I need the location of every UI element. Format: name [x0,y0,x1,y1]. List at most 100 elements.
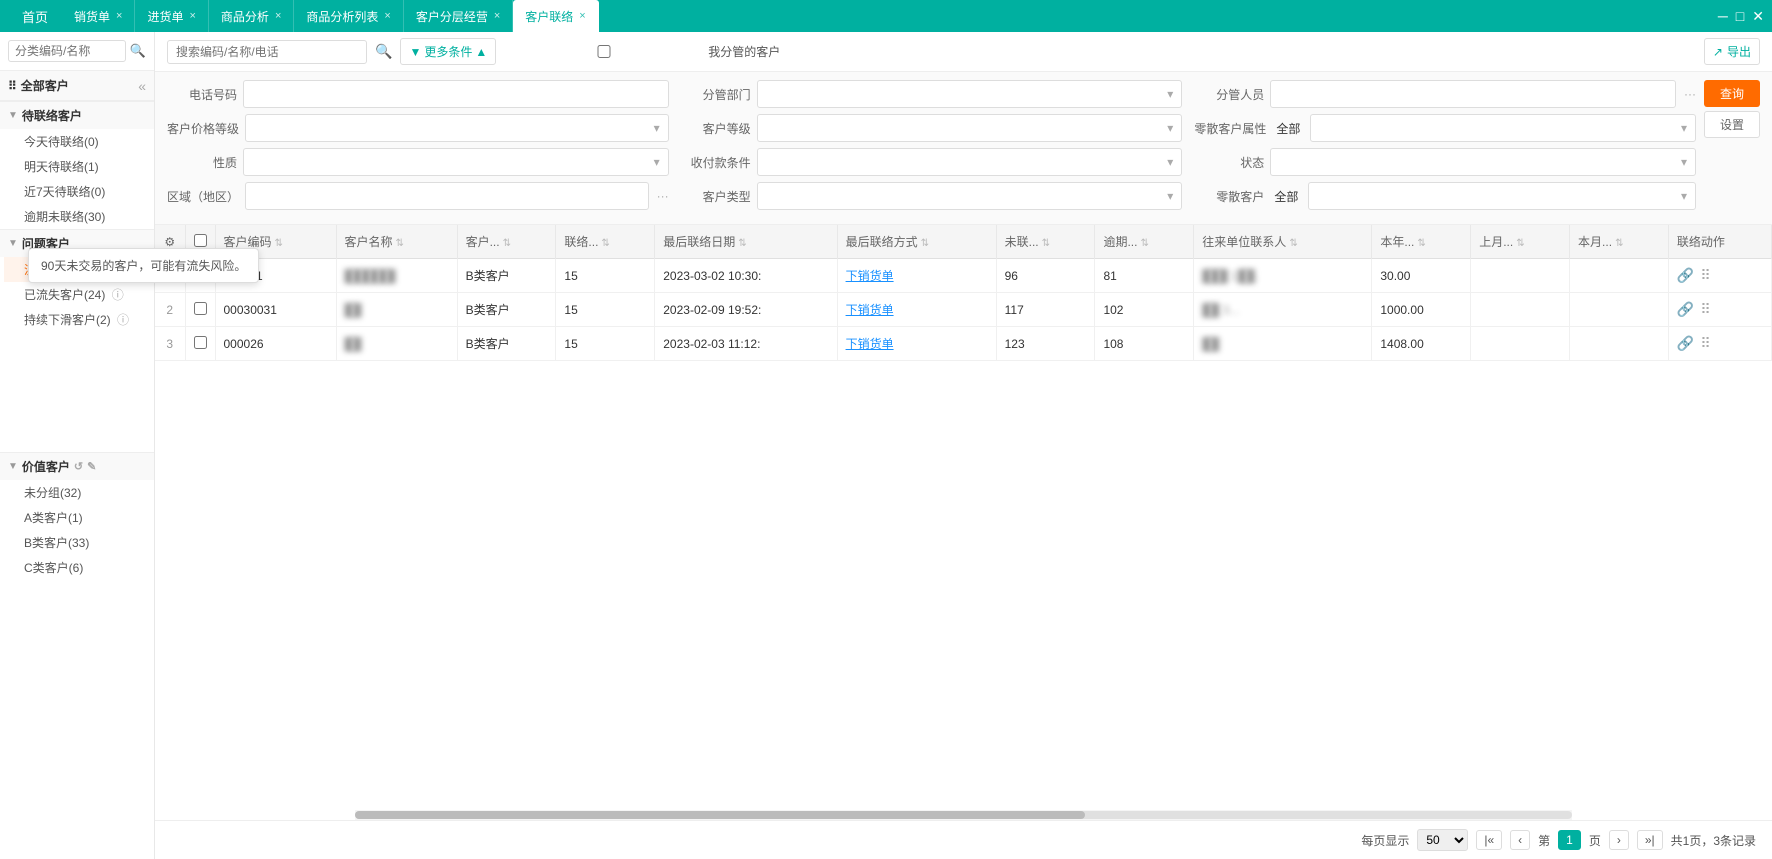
col-last-method[interactable]: 最后联络方式⇅ [837,225,996,259]
row-action-2[interactable]: 🔗 ⠿ [1668,327,1771,361]
settings-button[interactable]: 设置 [1704,111,1760,138]
sidebar-collapse-btn[interactable]: « [138,78,146,94]
close-analysis-tab[interactable]: × [275,10,281,22]
search-submit-icon[interactable]: 🔍 [375,43,392,60]
link-icon-2[interactable]: 🔗 [1677,335,1694,352]
col-last-date[interactable]: 最后联络日期⇅ [655,225,837,259]
more-conditions-btn[interactable]: ▼ 更多条件 ▲ [400,38,496,65]
price-level-select[interactable]: ▾ [245,114,669,142]
status-select[interactable]: ▾ [1270,148,1696,176]
next-page-btn[interactable]: › [1609,830,1629,850]
chevron-down-icon-4: ▾ [1681,121,1687,135]
sidebar-section-value[interactable]: ▼ 价值客户 ↺ ✎ [0,452,154,480]
col-contact[interactable]: 联络...⇅ [556,225,655,259]
row-unlisted-2: 123 [996,327,1095,361]
tab-home[interactable]: 首页 [8,0,62,32]
search-input[interactable] [167,40,367,64]
close-sales-tab[interactable]: × [116,10,122,22]
maximize-btn[interactable]: □ [1736,8,1744,24]
tab-analysis-list[interactable]: 商品分析列表 × [294,0,403,32]
close-customer-contact-tab[interactable]: × [579,10,585,22]
per-page-select[interactable]: 50 100 200 [1417,829,1468,851]
sidebar-item-declining[interactable]: 持续下滑客户(2) ⓘ [4,307,154,332]
edit-icon[interactable]: ✎ [87,460,96,473]
row-last-method-1[interactable]: 下销货单 [837,293,996,327]
phone-input[interactable] [243,80,669,108]
close-purchase-tab[interactable]: × [189,10,195,22]
advanced-filter-panel: 电话号码 分管部门 ▾ 分管人员 [155,72,1772,225]
sidebar-item-class-b[interactable]: B类客户(33) [4,530,154,555]
sidebar-search-input[interactable] [8,40,126,62]
sidebar-item-overdue[interactable]: 逾期未联络(30) [4,204,154,229]
col-overdue[interactable]: 逾期...⇅ [1095,225,1194,259]
gender-select[interactable]: ▾ [243,148,669,176]
row-action-1[interactable]: 🔗 ⠿ [1668,293,1771,327]
col-name[interactable]: 客户名称⇅ [336,225,457,259]
filter-row-4: 区域（地区） ··· 客户类型 ▾ 零散客户 [167,182,1696,210]
link-icon-0[interactable]: 🔗 [1677,267,1694,284]
row-last-method-2[interactable]: 下销货单 [837,327,996,361]
filter-phone: 电话号码 [167,80,669,108]
col-this-month[interactable]: 本月...⇅ [1570,225,1669,259]
payment-select[interactable]: ▾ [757,148,1183,176]
row-checkbox-2[interactable] [185,327,215,361]
scrollbar-track [355,811,1572,819]
row-last-method-0[interactable]: 下销货单 [837,259,996,293]
col-type[interactable]: 客户...⇅ [457,225,556,259]
sidebar-item-ungroup[interactable]: 未分组(32) [4,480,154,505]
col-this-year[interactable]: 本年...⇅ [1372,225,1471,259]
close-analysis-list-tab[interactable]: × [384,10,390,22]
my-customers-checkbox[interactable]: 我分管的客户 [504,43,780,60]
row-checkbox-1[interactable] [185,293,215,327]
scrollbar-thumb[interactable] [355,811,1085,819]
more-action-icon-0[interactable]: ⠿ [1700,267,1710,284]
sidebar-item-7days[interactable]: 近7天待联络(0) [4,179,154,204]
zero-attr-select[interactable]: ▾ [1310,114,1696,142]
my-customers-check[interactable] [504,45,704,58]
sidebar-item-tomorrow[interactable]: 明天待联络(1) [4,154,154,179]
arrow-down-icon: ▼ [8,110,18,121]
col-last-month[interactable]: 上月...⇅ [1471,225,1570,259]
sidebar-item-class-c[interactable]: C类客户(6) [4,555,154,580]
zero-customer-select[interactable]: ▾ [1308,182,1696,210]
prev-page-btn[interactable]: ‹ [1510,830,1530,850]
table-header-row: ⚙ 客户编码⇅ 客户名称⇅ 客户...⇅ 联络...⇅ 最后联络日期⇅ 最后联络… [155,225,1772,259]
customer-level-select[interactable]: ▾ [757,114,1183,142]
region-more-icon[interactable]: ··· [657,189,669,203]
current-page-btn[interactable]: 1 [1558,830,1581,850]
tab-purchase[interactable]: 进货单 × [135,0,208,32]
more-action-icon-2[interactable]: ⠿ [1700,335,1710,352]
total-records-info: 共1页，3条记录 [1671,832,1756,849]
tab-analysis[interactable]: 商品分析 × [209,0,294,32]
sidebar-item-class-a[interactable]: A类客户(1) [4,505,154,530]
table-row: 2 00030031 ██ B类客户 15 2023-02-09 19:52: … [155,293,1772,327]
minimize-btn[interactable]: ─ [1718,8,1728,24]
sidebar-section-pending[interactable]: ▼ 待联络客户 [0,101,154,129]
link-icon-1[interactable]: 🔗 [1677,301,1694,318]
sidebar-item-today[interactable]: 今天待联络(0) [4,129,154,154]
close-btn[interactable]: ✕ [1752,8,1764,25]
horizontal-scrollbar[interactable] [355,810,1572,820]
first-page-btn[interactable]: |« [1476,830,1502,850]
tab-sales[interactable]: 销货单 × [62,0,135,32]
export-btn[interactable]: ↗ 导出 [1704,38,1760,65]
last-page-btn[interactable]: »| [1637,830,1663,850]
refresh-icon[interactable]: ↺ [74,460,83,473]
chevron-up-icon: ▲ [475,45,487,59]
tab-customer-tier[interactable]: 客户分层经营 × [404,0,513,32]
dept-select[interactable]: ▾ [757,80,1183,108]
tab-customer-contact[interactable]: 客户联络 × [513,0,598,32]
customer-type-select[interactable]: ▾ [757,182,1183,210]
more-action-icon-1[interactable]: ⠿ [1700,301,1710,318]
more-icon[interactable]: ··· [1684,87,1696,101]
select-all-checkbox[interactable] [194,234,207,247]
sidebar-item-churned[interactable]: 已流失客户(24) ⓘ [4,282,154,307]
close-customer-tier-tab[interactable]: × [494,10,500,22]
query-button[interactable]: 查询 [1704,80,1760,107]
region-input[interactable] [245,182,649,210]
col-contact-person[interactable]: 往来单位联系人⇅ [1194,225,1372,259]
row-action-0[interactable]: 🔗 ⠿ [1668,259,1771,293]
row-last-month-0 [1471,259,1570,293]
col-unlisted[interactable]: 未联...⇅ [996,225,1095,259]
manager-input[interactable] [1270,80,1676,108]
